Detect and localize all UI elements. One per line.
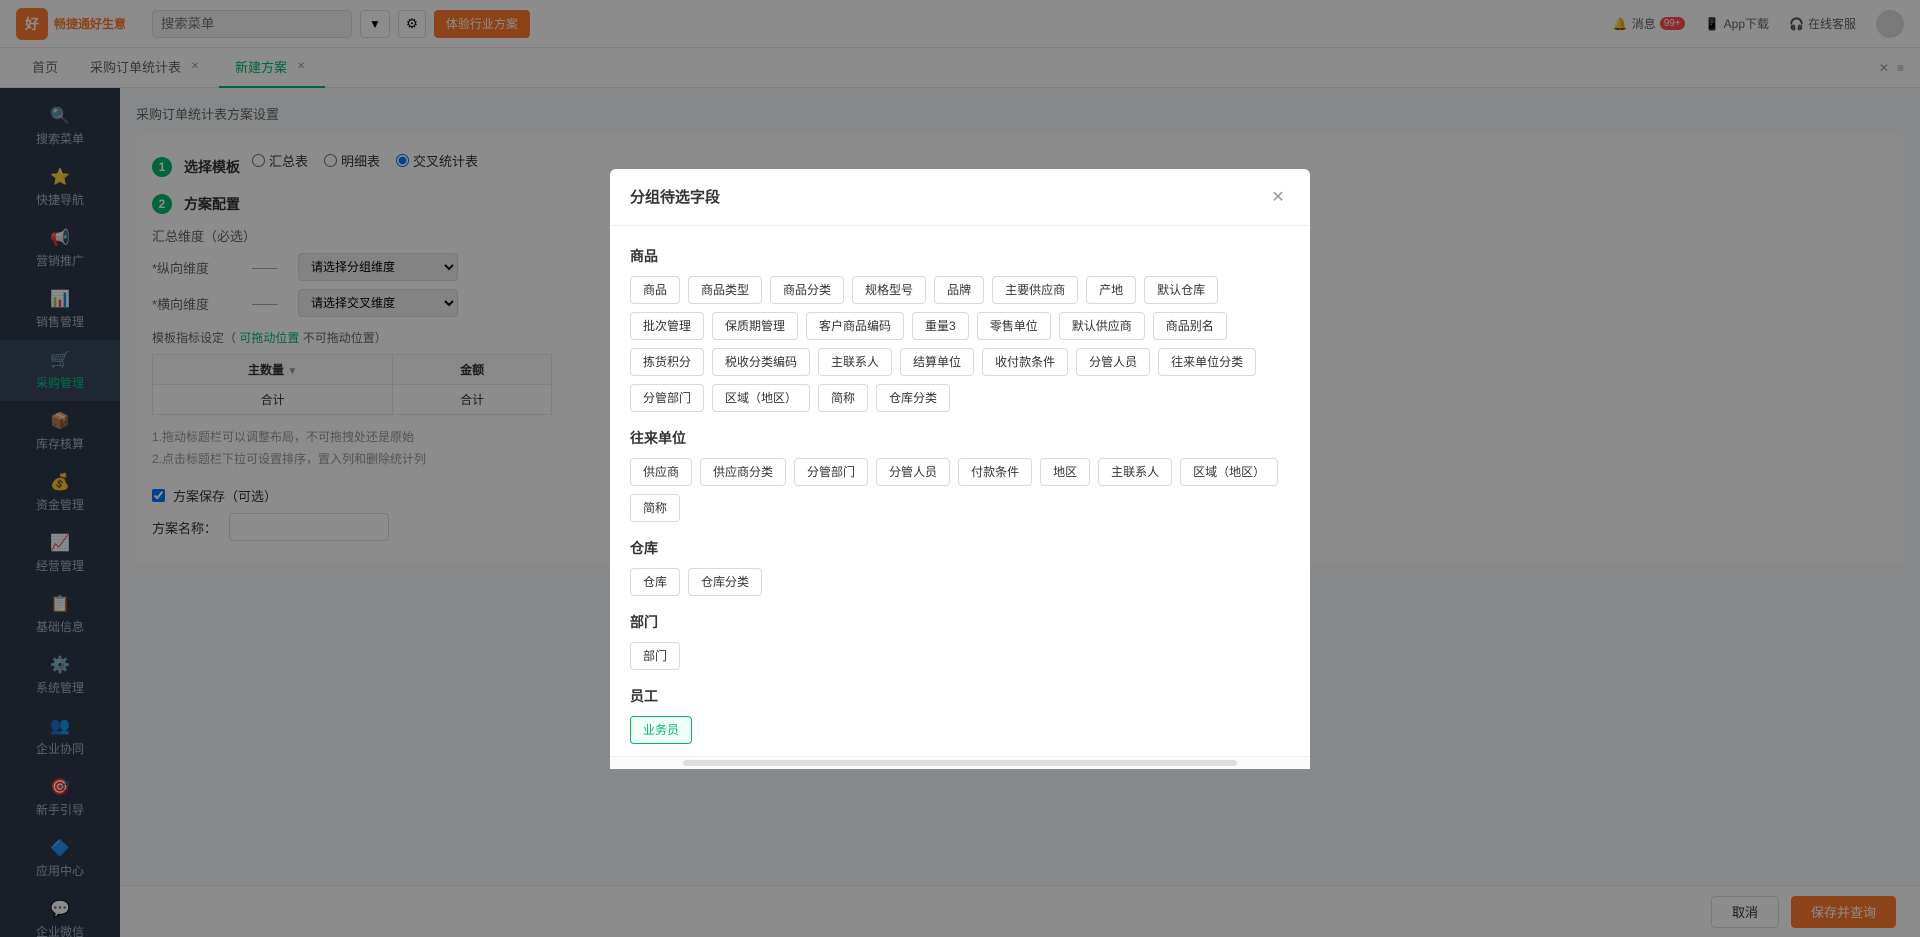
field-tag[interactable]: 商品 [630,276,680,304]
section-label-employee: 员工 [630,686,1290,706]
field-tag[interactable]: 分管人员 [1076,348,1150,376]
fields-grid-department: 部门 [630,642,1290,670]
field-tag[interactable]: 默认供应商 [1059,312,1145,340]
field-tag[interactable]: 区域（地区） [712,384,810,412]
field-tag[interactable]: 商品类型 [688,276,762,304]
field-tag[interactable]: 客户商品编码 [806,312,904,340]
field-tag[interactable]: 仓库 [630,568,680,596]
field-tag[interactable]: 默认仓库 [1144,276,1218,304]
fields-grid-employee: 业务员 [630,716,1290,744]
field-tag[interactable]: 供应商分类 [700,458,786,486]
field-tag[interactable]: 重量3 [912,312,969,340]
field-tag[interactable]: 结算单位 [900,348,974,376]
modal-dialog: 分组待选字段 ✕ 商品 商品 商品类型 商品分类 规格型号 品牌 主要供应商 产… [610,169,1310,769]
field-tag[interactable]: 拣货积分 [630,348,704,376]
modal-title: 分组待选字段 [630,186,720,207]
field-tag[interactable]: 收付款条件 [982,348,1068,376]
field-tag[interactable]: 产地 [1086,276,1136,304]
field-tag[interactable]: 地区 [1040,458,1090,486]
section-label-department: 部门 [630,612,1290,632]
section-label-product: 商品 [630,246,1290,266]
field-tag[interactable]: 分管人员 [876,458,950,486]
field-tag[interactable]: 往来单位分类 [1158,348,1256,376]
field-tag[interactable]: 区域（地区） [1180,458,1278,486]
field-tag[interactable]: 供应商 [630,458,692,486]
modal-header: 分组待选字段 ✕ [610,169,1310,226]
field-tag[interactable]: 付款条件 [958,458,1032,486]
field-tag[interactable]: 品牌 [934,276,984,304]
modal-close-button[interactable]: ✕ [1266,185,1290,209]
fields-grid-counterparty: 供应商 供应商分类 分管部门 分管人员 付款条件 地区 主联系人 区域（地区） … [630,458,1290,522]
section-label-counterparty: 往来单位 [630,428,1290,448]
modal-body: 商品 商品 商品类型 商品分类 规格型号 品牌 主要供应商 产地 默认仓库 批次… [610,226,1310,756]
field-tag[interactable]: 保质期管理 [712,312,798,340]
field-tag-salesperson[interactable]: 业务员 [630,716,692,744]
modal-overlay: 分组待选字段 ✕ 商品 商品 商品类型 商品分类 规格型号 品牌 主要供应商 产… [0,0,1920,937]
field-tag[interactable]: 分管部门 [630,384,704,412]
field-tag[interactable]: 分管部门 [794,458,868,486]
field-tag[interactable]: 规格型号 [852,276,926,304]
field-tag[interactable]: 仓库分类 [688,568,762,596]
field-tag[interactable]: 主联系人 [1098,458,1172,486]
field-tag[interactable]: 简称 [630,494,680,522]
field-tag[interactable]: 简称 [818,384,868,412]
field-tag[interactable]: 商品分类 [770,276,844,304]
fields-grid-product: 商品 商品类型 商品分类 规格型号 品牌 主要供应商 产地 默认仓库 批次管理 … [630,276,1290,412]
modal-hscrollbar[interactable] [610,756,1310,769]
field-tag[interactable]: 零售单位 [977,312,1051,340]
fields-grid-warehouse: 仓库 仓库分类 [630,568,1290,596]
field-tag[interactable]: 批次管理 [630,312,704,340]
field-tag[interactable]: 主要供应商 [992,276,1078,304]
section-label-warehouse: 仓库 [630,538,1290,558]
field-tag[interactable]: 仓库分类 [876,384,950,412]
field-tag[interactable]: 主联系人 [818,348,892,376]
field-tag[interactable]: 部门 [630,642,680,670]
field-tag[interactable]: 商品别名 [1153,312,1227,340]
field-tag[interactable]: 税收分类编码 [712,348,810,376]
